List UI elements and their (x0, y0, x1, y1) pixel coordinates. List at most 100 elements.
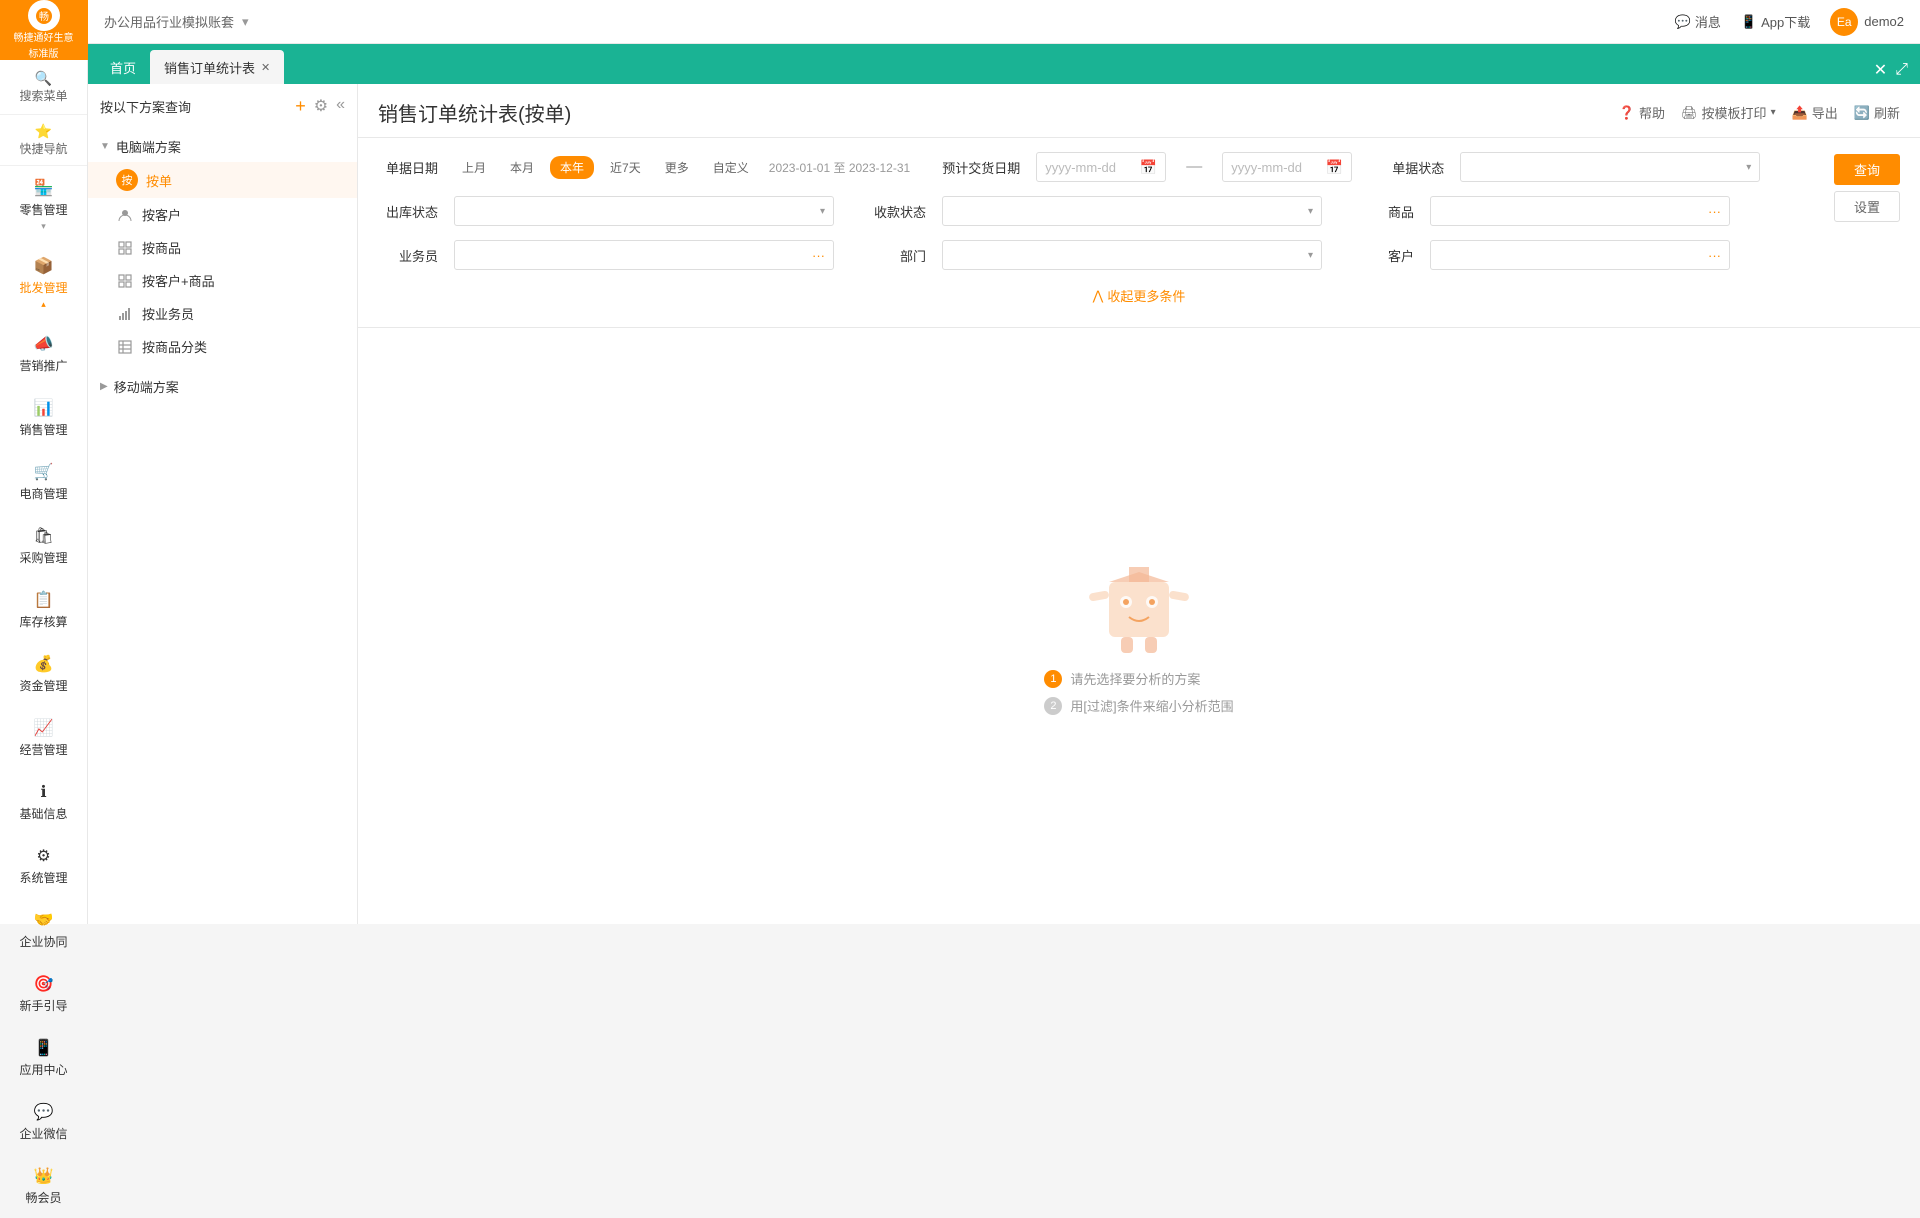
date-btn-thisyear[interactable]: 本年 (550, 156, 594, 179)
print-btn[interactable]: 🖨 按模板打印 ▾ (1681, 103, 1776, 122)
logo-icon: 畅 (28, 0, 60, 31)
breadcrumb-dropdown-icon[interactable]: ▾ (242, 14, 249, 30)
app-download-btn[interactable]: 📱 App下载 (1741, 12, 1810, 31)
sidebar-item-collab[interactable]: 🤝 企业协同 (0, 898, 87, 962)
calendar-start-icon[interactable]: 📅 (1140, 159, 1157, 176)
sidebar-item-sales[interactable]: 📊 销售管理 (0, 386, 87, 450)
add-scheme-btn[interactable]: + (295, 96, 306, 117)
scheme-item-byorder[interactable]: 按 按单 (88, 162, 357, 198)
export-btn[interactable]: 📤 导出 (1792, 103, 1838, 122)
sidebar-item-label: 新手引导 (19, 997, 67, 1014)
hint2-text: 用[过滤]条件来缩小分析范围 (1070, 696, 1233, 715)
scheme-item-bysalesperson[interactable]: 按业务员 (88, 297, 357, 330)
sidebar-item-marketing[interactable]: 📣 营销推广 (0, 322, 87, 386)
bysalesperson-icon (116, 305, 134, 323)
scheme-item-bycustomer[interactable]: 按客户 (88, 198, 357, 231)
sidebar-item-guide[interactable]: 🎯 新手引导 (0, 962, 87, 1026)
settings-button[interactable]: 设置 (1834, 191, 1900, 222)
sidebar-item-appstore[interactable]: 📱 应用中心 (0, 1026, 87, 1090)
left-panel-title: 按以下方案查询 (100, 97, 191, 116)
calendar-end-icon[interactable]: 📅 (1326, 159, 1343, 176)
status-chevron-icon: ▾ (1746, 162, 1751, 173)
tab-close-icon[interactable]: ✕ (261, 61, 270, 74)
sales-icon: 📊 (34, 398, 54, 418)
print-label: 按模板打印 (1702, 103, 1767, 122)
sidebar-item-system[interactable]: ⚙ 系统管理 (0, 834, 87, 898)
goods-more-icon[interactable]: ··· (1708, 204, 1721, 219)
sidebar-item-label: 库存核算 (19, 613, 67, 630)
export-icon: 📤 (1792, 105, 1808, 121)
goods-select[interactable]: ··· (1430, 196, 1730, 226)
salesperson-select[interactable]: ··· (454, 240, 834, 270)
sidebar-item-label: 系统管理 (19, 869, 67, 886)
search-label: 搜索菜单 (19, 89, 67, 103)
date-btn-lastmonth[interactable]: 上月 (454, 156, 494, 179)
expected-date-end[interactable]: yyyy-mm-dd 📅 (1222, 152, 1352, 182)
left-panel-actions: + ⚙ « (295, 96, 345, 117)
expected-date-label: 预计交货日期 (942, 158, 1020, 177)
dept-chevron-icon: ▾ (1308, 250, 1313, 261)
dept-select[interactable]: ▾ (942, 240, 1322, 270)
customer-more-icon[interactable]: ··· (1708, 248, 1721, 263)
quick-nav[interactable]: ⭐ 快捷导航 (0, 115, 87, 166)
salesperson-more-icon[interactable]: ··· (812, 248, 825, 263)
date-btn-more[interactable]: 更多 (657, 156, 697, 179)
filter-main: 单据日期 上月 本月 本年 近7天 更多 自定义 2023-01-01 至 20… (378, 152, 1818, 270)
message-btn[interactable]: 💬 消息 (1675, 12, 1721, 31)
collapse-icon: ⋀ (1093, 288, 1104, 304)
filter-row-1: 单据日期 上月 本月 本年 近7天 更多 自定义 2023-01-01 至 20… (378, 152, 1818, 182)
status-select[interactable]: ▾ (1460, 152, 1760, 182)
ship-status-select[interactable]: ▾ (454, 196, 834, 226)
finance-icon: 💰 (34, 654, 54, 674)
hint-2: 2 用[过滤]条件来缩小分析范围 (1044, 696, 1233, 715)
tab-bar: 首页 销售订单统计表 ✕ ✕ ⤢ (88, 44, 1920, 84)
tab-home[interactable]: 首页 (96, 50, 150, 84)
date-btn-thismonth[interactable]: 本月 (502, 156, 542, 179)
sidebar-item-inventory[interactable]: 📋 库存核算 (0, 578, 87, 642)
scheme-item-bygoods[interactable]: 按商品 (88, 231, 357, 264)
basic-icon: ℹ (40, 782, 46, 802)
sidebar-item-purchase[interactable]: 🛍 采购管理 (0, 514, 87, 578)
sidebar-search[interactable]: 🔍 搜索菜单 (0, 60, 87, 115)
sidebar-item-wholesale[interactable]: 📦 批发管理 ▴ (0, 244, 87, 322)
bycustomergoods-label: 按客户+商品 (142, 271, 215, 290)
byorder-label: 按单 (146, 171, 172, 190)
expected-date-start[interactable]: yyyy-mm-dd 📅 (1036, 152, 1166, 182)
sidebar-item-label: 资金管理 (19, 677, 67, 694)
message-label: 消息 (1695, 12, 1721, 31)
tab-sales-order[interactable]: 销售订单统计表 ✕ (150, 50, 284, 84)
scheme-item-bycustomergoods[interactable]: 按客户+商品 (88, 264, 357, 297)
collapse-btn[interactable]: ⋀ 收起更多条件 (378, 278, 1900, 313)
sidebar-item-ecommerce[interactable]: 🛒 电商管理 (0, 450, 87, 514)
page-title-actions: ❓ 帮助 🖨 按模板打印 ▾ 📤 导出 🔄 刷新 (1619, 103, 1900, 122)
right-panel: 销售订单统计表(按单) ❓ 帮助 🖨 按模板打印 ▾ 📤 导出 (358, 84, 1920, 924)
pc-section-title[interactable]: ▼ 电脑端方案 (88, 131, 357, 162)
sidebar-item-label: 采购管理 (19, 549, 67, 566)
customer-select[interactable]: ··· (1430, 240, 1730, 270)
sidebar-item-basic[interactable]: ℹ 基础信息 (0, 770, 87, 834)
refresh-btn[interactable]: 🔄 刷新 (1854, 103, 1900, 122)
date-range: 2023-01-01 至 2023-12-31 (769, 159, 910, 176)
user-info[interactable]: Ea demo2 (1830, 8, 1904, 36)
sidebar-item-label: 电商管理 (19, 485, 67, 502)
date-btn-custom[interactable]: 自定义 (705, 156, 757, 179)
help-label: 帮助 (1639, 103, 1665, 122)
sidebar-item-retail[interactable]: 🏪 零售管理 ▾ (0, 166, 87, 244)
query-button[interactable]: 查询 (1834, 154, 1900, 185)
collapse-panel-btn[interactable]: « (336, 96, 345, 117)
help-btn[interactable]: ❓ 帮助 (1619, 103, 1665, 122)
main-area: 办公用品行业模拟账套 ▾ 💬 消息 📱 App下载 Ea demo2 首页 销售… (88, 0, 1920, 924)
mobile-section-title[interactable]: ▶ 移动端方案 (88, 371, 357, 402)
ship-chevron-icon: ▾ (820, 206, 825, 217)
scheme-item-bycategory[interactable]: 按商品分类 (88, 330, 357, 363)
salesperson-label: 业务员 (378, 246, 438, 265)
settings-scheme-btn[interactable]: ⚙ (314, 96, 328, 117)
sidebar-item-business[interactable]: 📈 经营管理 (0, 706, 87, 770)
tab-close-all-icon[interactable]: ✕ (1874, 60, 1887, 80)
tab-expand-icon[interactable]: ⤢ (1895, 61, 1908, 79)
sidebar-item-wechat[interactable]: 💬 企业微信 (0, 1090, 87, 1154)
payment-status-select[interactable]: ▾ (942, 196, 1322, 226)
sidebar-item-member[interactable]: 👑 畅会员 (0, 1154, 87, 1218)
date-btn-7days[interactable]: 近7天 (602, 156, 649, 179)
sidebar-item-finance[interactable]: 💰 资金管理 (0, 642, 87, 706)
